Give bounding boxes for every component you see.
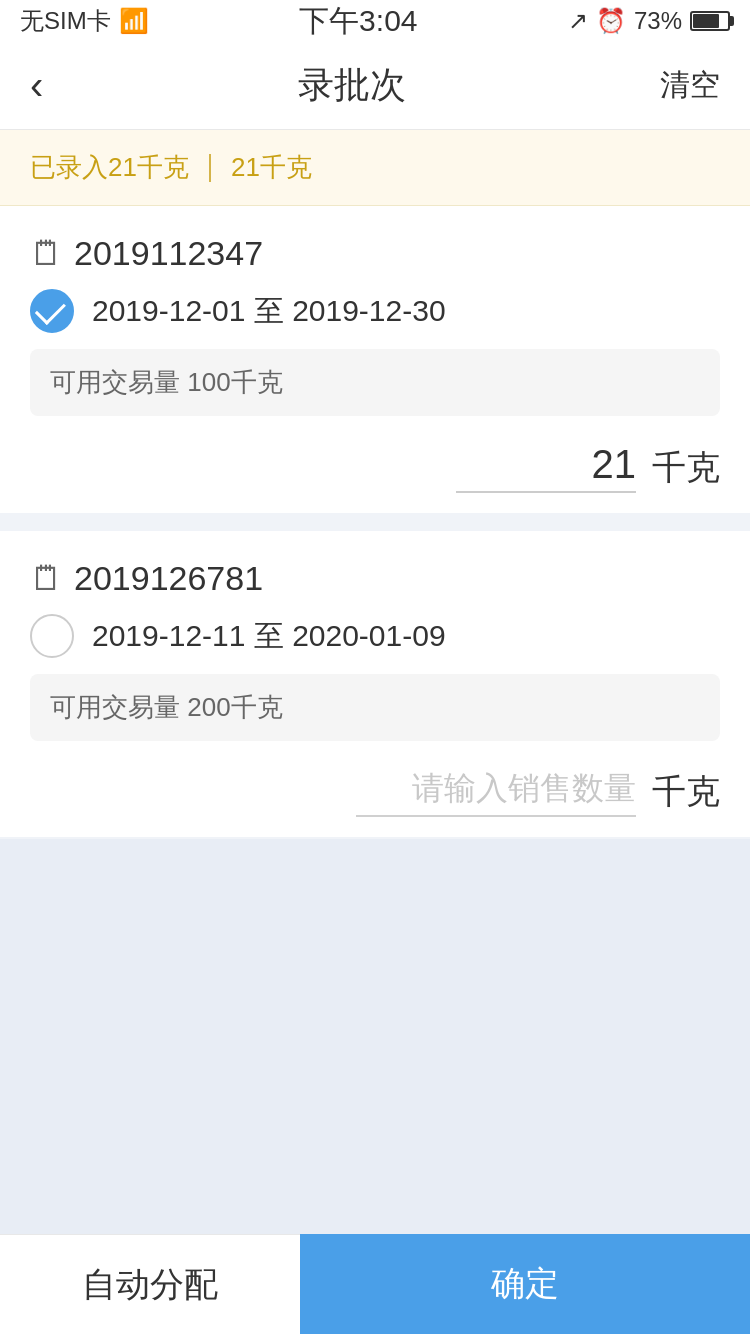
- carrier-label: 无SIM卡: [20, 5, 111, 37]
- location-icon: ↗: [568, 7, 588, 35]
- clear-button[interactable]: 清空: [660, 65, 720, 106]
- batch-1-id: 2019112347: [74, 234, 263, 273]
- confirm-button[interactable]: 确定: [300, 1234, 750, 1334]
- wifi-icon: 📶: [119, 7, 149, 35]
- doc-icon-2: 🗒: [30, 559, 64, 598]
- batch-2-header: 🗒 2019126781: [0, 531, 750, 608]
- batch-1-availability: 可用交易量 100千克: [30, 349, 720, 416]
- status-right: ↗ ⏰ 73%: [568, 7, 730, 35]
- status-bar: 无SIM卡 📶 下午3:04 ↗ ⏰ 73%: [0, 0, 750, 42]
- batch-1-date: 2019-12-01 至 2019-12-30: [92, 291, 446, 332]
- batch-2-input-placeholder[interactable]: 请输入销售数量: [412, 770, 636, 806]
- batch-card-1: 🗒 2019112347 2019-12-01 至 2019-12-30 可用交…: [0, 206, 750, 513]
- batch-1-quantity-unit: 千克: [652, 445, 720, 491]
- batch-2-date-row: 2019-12-11 至 2020-01-09: [0, 608, 750, 668]
- alarm-icon: ⏰: [596, 7, 626, 35]
- batch-card-2: 🗒 2019126781 2019-12-11 至 2020-01-09 可用交…: [0, 531, 750, 837]
- gray-area: [0, 839, 750, 1239]
- batch-2-id: 2019126781: [74, 559, 263, 598]
- summary-divider: [209, 154, 211, 182]
- batch-2-quantity-unit: 千克: [652, 769, 720, 815]
- summary-banner: 已录入21千克 21千克: [0, 130, 750, 206]
- batch-1-quantity-row: 21 千克: [0, 426, 750, 513]
- status-left: 无SIM卡 📶: [20, 5, 149, 37]
- batch-2-availability: 可用交易量 200千克: [30, 674, 720, 741]
- nav-bar: ‹ 录批次 清空: [0, 42, 750, 130]
- batch-1-date-row: 2019-12-01 至 2019-12-30: [0, 283, 750, 343]
- batch-1-header: 🗒 2019112347: [0, 206, 750, 283]
- bottom-bar: 自动分配 确定: [0, 1234, 750, 1334]
- summary-label: 已录入21千克: [30, 150, 189, 185]
- battery-icon: [690, 11, 730, 31]
- batch-1-checkbox[interactable]: [30, 289, 74, 333]
- batch-2-input-row: 请输入销售数量 千克: [0, 751, 750, 837]
- back-button[interactable]: ‹: [30, 63, 43, 108]
- batch-1-quantity-value[interactable]: 21: [592, 442, 637, 486]
- content-area: 🗒 2019112347 2019-12-01 至 2019-12-30 可用交…: [0, 206, 750, 1334]
- summary-value: 21千克: [231, 150, 312, 185]
- battery-percent: 73%: [634, 7, 682, 35]
- section-separator: [0, 515, 750, 531]
- page-title: 录批次: [298, 61, 406, 110]
- status-time: 下午3:04: [299, 1, 417, 42]
- doc-icon-1: 🗒: [30, 234, 64, 273]
- auto-distribute-button[interactable]: 自动分配: [0, 1234, 300, 1334]
- batch-2-checkbox[interactable]: [30, 614, 74, 658]
- batch-2-date: 2019-12-11 至 2020-01-09: [92, 616, 446, 657]
